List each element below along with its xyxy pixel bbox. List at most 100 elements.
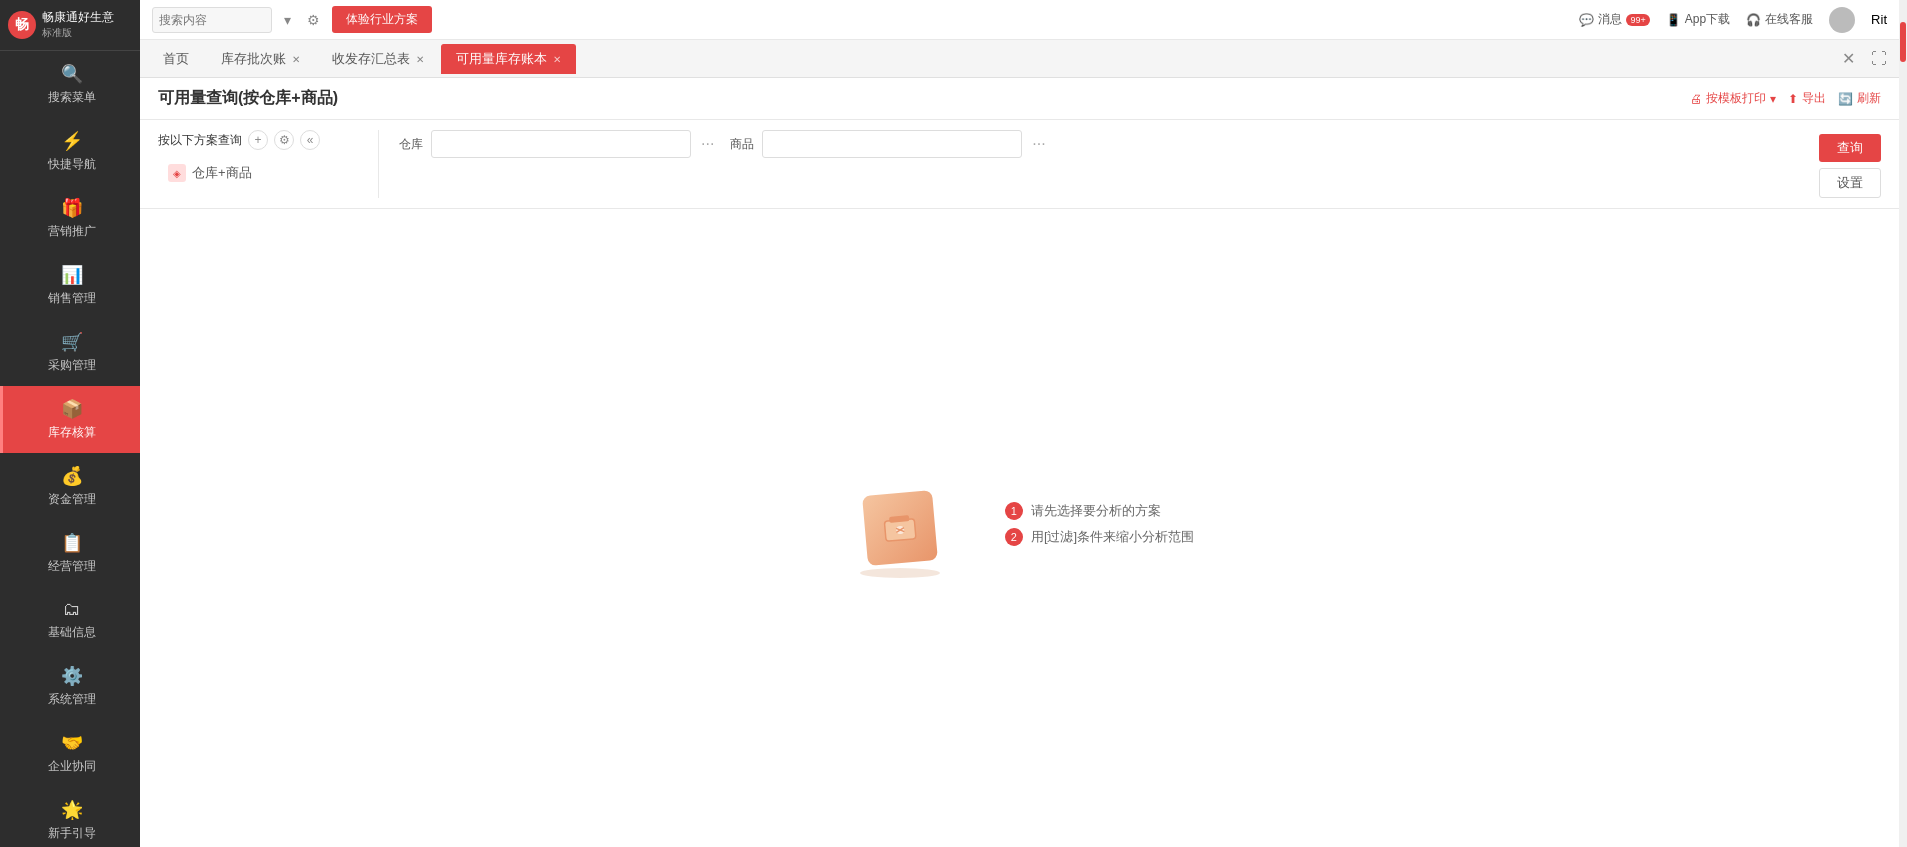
message-button[interactable]: 💬 消息 99+ — [1579, 11, 1649, 28]
step-2-circle: 2 — [1005, 528, 1023, 546]
settings-gear-button[interactable]: ⚙ — [303, 8, 324, 32]
export-icon: ⬆ — [1788, 92, 1798, 106]
scroll-thumb — [1900, 22, 1906, 62]
system-icon: ⚙️ — [61, 665, 83, 687]
tab-close-button[interactable]: ✕ — [416, 54, 424, 65]
query-scheme-header: 按以下方案查询 + ⚙ « — [158, 130, 358, 150]
finance-icon: 💰 — [61, 465, 83, 487]
sidebar-item-finance[interactable]: 💰 资金管理 — [0, 453, 140, 520]
step-2-text: 用[过滤]条件来缩小分析范围 — [1031, 528, 1194, 546]
tabs-bar: 首页 库存批次账 ✕ 收发存汇总表 ✕ 可用量库存账本 ✕ ✕ ⛶ — [140, 40, 1899, 78]
tab-home[interactable]: 首页 — [148, 44, 204, 74]
print-button[interactable]: 🖨 按模板打印 ▾ — [1690, 90, 1776, 107]
newbie-icon: 🌟 — [61, 799, 83, 821]
sidebar-item-sales[interactable]: 📊 销售管理 — [0, 252, 140, 319]
sidebar-item-basic[interactable]: 🗂 基础信息 — [0, 587, 140, 653]
tab-maximize-button[interactable]: ⛶ — [1867, 46, 1891, 72]
content: 可用量查询(按仓库+商品) 🖨 按模板打印 ▾ ⬆ 导出 🔄 刷新 — [140, 78, 1899, 847]
page-header: 可用量查询(按仓库+商品) 🖨 按模板打印 ▾ ⬆ 导出 🔄 刷新 — [140, 78, 1899, 120]
collapse-scheme-button[interactable]: « — [300, 130, 320, 150]
search-icon: 🔍 — [61, 63, 83, 85]
tab-available[interactable]: 可用量库存账本 ✕ — [441, 44, 576, 74]
product-more-button[interactable]: ··· — [1032, 135, 1045, 153]
add-scheme-button[interactable]: + — [248, 130, 268, 150]
marketing-icon: 🎁 — [61, 197, 83, 219]
warehouse-input[interactable] — [431, 130, 691, 158]
sidebar-item-newbie[interactable]: 🌟 新手引导 — [0, 787, 140, 847]
sidebar-item-system[interactable]: ⚙️ 系统管理 — [0, 653, 140, 720]
sidebar-item-purchase[interactable]: 🛒 采购管理 — [0, 319, 140, 386]
export-label: 导出 — [1802, 90, 1826, 107]
message-label: 消息 — [1598, 11, 1622, 28]
sidebar-item-inventory[interactable]: 📦 库存核算 — [0, 386, 140, 453]
headset-icon: 🎧 — [1746, 13, 1761, 27]
scheme-item-icon: ◈ — [168, 164, 186, 182]
empty-state: 1 请先选择要分析的方案 2 用[过滤]条件来缩小分析范围 — [140, 209, 1899, 847]
sidebar-item-label: 销售管理 — [48, 290, 96, 307]
basic-icon: 🗂 — [63, 599, 81, 620]
right-scrollbar[interactable] — [1899, 0, 1907, 847]
query-button[interactable]: 查询 — [1819, 134, 1881, 162]
scheme-item-warehouse-product[interactable]: ◈ 仓库+商品 — [158, 158, 358, 188]
shortcut-icon: ⚡ — [61, 130, 83, 152]
warehouse-field: 仓库 ··· — [399, 130, 714, 158]
refresh-label: 刷新 — [1857, 90, 1881, 107]
sidebar-header: 畅 畅康通好生意 标准版 — [0, 0, 140, 51]
tab-close-button[interactable]: ✕ — [553, 54, 561, 65]
trial-button[interactable]: 体验行业方案 — [332, 6, 432, 33]
dropdown-arrow-icon: ▾ — [1770, 92, 1776, 106]
sidebar-item-label: 库存核算 — [48, 424, 96, 441]
settings-button[interactable]: 设置 — [1819, 168, 1881, 198]
sidebar-item-label: 采购管理 — [48, 357, 96, 374]
purchase-icon: 🛒 — [61, 331, 83, 353]
warehouse-more-button[interactable]: ··· — [701, 135, 714, 153]
sidebar-item-label: 企业协同 — [48, 758, 96, 775]
tab-batch[interactable]: 库存批次账 ✕ — [206, 44, 315, 74]
sidebar-item-operations[interactable]: 📋 经营管理 — [0, 520, 140, 587]
tab-summary[interactable]: 收发存汇总表 ✕ — [317, 44, 439, 74]
app-download-button[interactable]: 📱 App下载 — [1666, 11, 1730, 28]
sidebar: 畅 畅康通好生意 标准版 🔍 搜索菜单 ⚡ 快捷导航 🎁 营销推广 📊 销售管理… — [0, 0, 140, 847]
online-service-label: 在线客服 — [1765, 11, 1813, 28]
step-1-circle: 1 — [1005, 502, 1023, 520]
empty-step-1: 1 请先选择要分析的方案 — [1005, 502, 1194, 520]
sidebar-item-enterprise[interactable]: 🤝 企业协同 — [0, 720, 140, 787]
tab-label: 收发存汇总表 — [332, 50, 410, 68]
sidebar-item-marketing[interactable]: 🎁 营销推广 — [0, 185, 140, 252]
print-icon: 🖨 — [1690, 92, 1702, 106]
tab-close-button[interactable]: ✕ — [292, 54, 300, 65]
online-service-button[interactable]: 🎧 在线客服 — [1746, 11, 1813, 28]
sidebar-item-search[interactable]: 🔍 搜索菜单 — [0, 51, 140, 118]
query-scheme: 按以下方案查询 + ⚙ « ◈ 仓库+商品 — [158, 130, 358, 188]
product-input[interactable] — [762, 130, 1022, 158]
message-badge: 99+ — [1626, 14, 1649, 26]
scheme-item-label: 仓库+商品 — [192, 164, 252, 182]
phone-icon: 📱 — [1666, 13, 1681, 27]
search-input[interactable] — [152, 7, 272, 33]
warehouse-label: 仓库 — [399, 136, 423, 153]
empty-illustration — [845, 473, 965, 583]
product-label: 商品 — [730, 136, 754, 153]
logo-icon: 畅 — [8, 11, 36, 39]
topbar: ▾ ⚙ 体验行业方案 💬 消息 99+ 📱 App下载 🎧 在线客服 Rit — [140, 0, 1899, 40]
dropdown-arrow-button[interactable]: ▾ — [280, 8, 295, 32]
print-label: 按模板打印 — [1706, 90, 1766, 107]
sidebar-item-label: 营销推广 — [48, 223, 96, 240]
query-panel: 按以下方案查询 + ⚙ « ◈ 仓库+商品 仓库 ··· 商品 — [140, 120, 1899, 209]
query-fields: 仓库 ··· 商品 ··· — [399, 130, 1807, 158]
sidebar-item-label: 搜索菜单 — [48, 89, 96, 106]
user-avatar[interactable] — [1829, 7, 1855, 33]
refresh-button[interactable]: 🔄 刷新 — [1838, 90, 1881, 107]
tab-close-all-button[interactable]: ✕ — [1838, 45, 1859, 72]
message-icon: 💬 — [1579, 13, 1594, 27]
tab-label: 可用量库存账本 — [456, 50, 547, 68]
export-button[interactable]: ⬆ 导出 — [1788, 90, 1826, 107]
inventory-icon: 📦 — [61, 398, 83, 420]
sidebar-item-shortcut[interactable]: ⚡ 快捷导航 — [0, 118, 140, 185]
topbar-right: 💬 消息 99+ 📱 App下载 🎧 在线客服 Rit — [1579, 7, 1887, 33]
query-divider — [378, 130, 379, 198]
tab-label: 库存批次账 — [221, 50, 286, 68]
edit-scheme-button[interactable]: ⚙ — [274, 130, 294, 150]
sidebar-item-label: 快捷导航 — [48, 156, 96, 173]
sales-icon: 📊 — [61, 264, 83, 286]
